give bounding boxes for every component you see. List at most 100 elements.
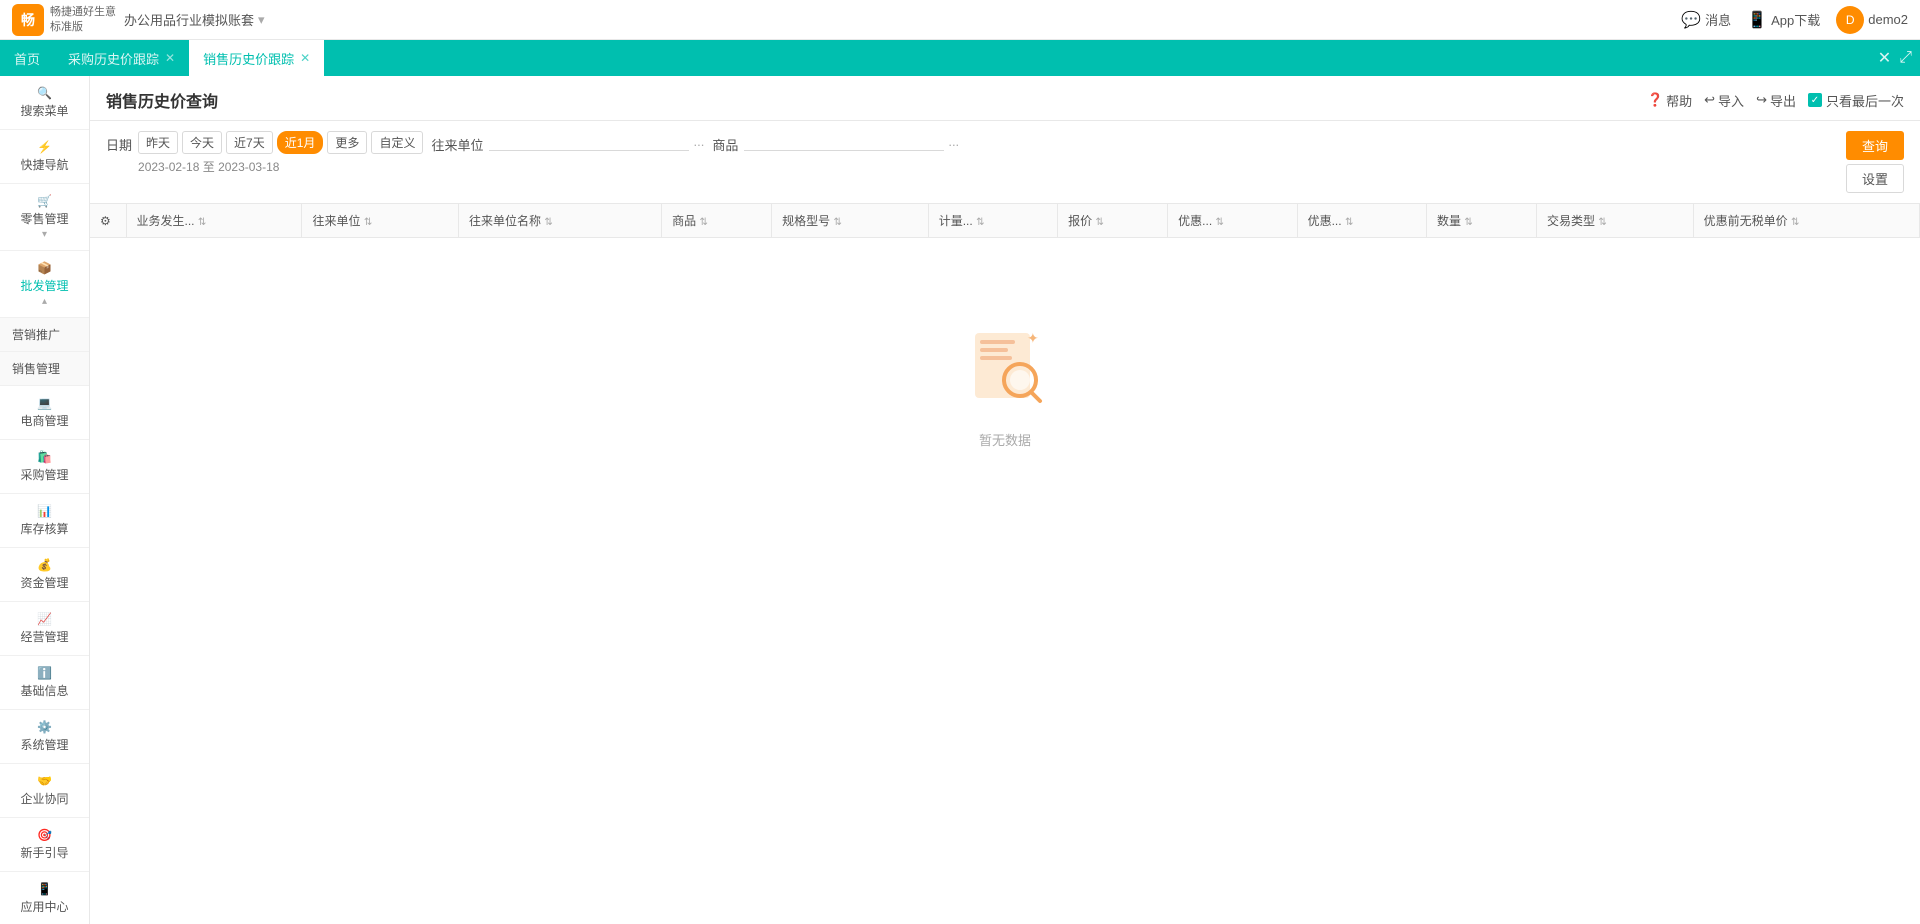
empty-svg: ✦	[955, 318, 1055, 418]
settings-icon: ⚙	[100, 214, 111, 228]
goods-input-group: ...	[744, 131, 959, 151]
only-last-checkbox[interactable]: 只看最后一次	[1808, 91, 1904, 110]
sidebar-sub-wholesale: 营销推广 销售管理	[0, 318, 89, 386]
export-btn[interactable]: ↪ 导出	[1756, 91, 1796, 110]
query-btn[interactable]: 查询	[1846, 131, 1904, 160]
table-header-row: ⚙ 业务发生... ⇅ 往来单位 ⇅ 往来单位名称 ⇅	[90, 204, 1920, 238]
operations-icon: 📈	[37, 612, 52, 626]
maximize-btn[interactable]: ⤢	[1899, 49, 1912, 67]
top-bar: 畅 畅捷通好生意 标准版 办公用品行业模拟账套 ▾ 💬 消息 📱 App下载 D…	[0, 0, 1920, 40]
page-header: 销售历史价查询 ❓ 帮助 ↩ 导入 ↪ 导出 只看最后一次	[90, 76, 1920, 121]
sidebar-sub-item-marketing[interactable]: 营销推广	[0, 318, 89, 352]
export-icon: ↪	[1756, 92, 1767, 108]
close-purchase-tab[interactable]: ✕	[165, 51, 175, 65]
content-area: 销售历史价查询 ❓ 帮助 ↩ 导入 ↪ 导出 只看最后一次	[90, 76, 1920, 924]
sidebar-item-search-menu[interactable]: 🔍 搜索菜单	[0, 76, 89, 130]
partner-filter-group: 往来单位 ...	[431, 131, 704, 154]
date-btn-7days[interactable]: 近7天	[226, 131, 273, 154]
sidebar-item-quick-nav[interactable]: ⚡ 快捷导航	[0, 130, 89, 184]
close-sales-tab[interactable]: ✕	[300, 51, 310, 65]
col-unit[interactable]: 计量... ⇅	[928, 204, 1057, 238]
table-area: ⚙ 业务发生... ⇅ 往来单位 ⇅ 往来单位名称 ⇅	[90, 204, 1920, 924]
partner-input[interactable]	[489, 131, 689, 151]
col-partner-name[interactable]: 往来单位名称 ⇅	[459, 204, 662, 238]
basic-info-icon: ℹ️	[37, 666, 52, 680]
date-btn-more[interactable]: 更多	[327, 131, 367, 154]
tab-purchase-history[interactable]: 采购历史价跟踪 ✕	[54, 40, 189, 76]
empty-area: ✦ 暂无数据	[90, 238, 1920, 529]
date-filter: 昨天 今天 近7天 近1月 更多 自定义 2023-02-18 至 2023-0…	[138, 131, 423, 175]
sidebar-item-retail[interactable]: 🛒 零售管理 ▾	[0, 184, 89, 251]
sidebar-item-inventory[interactable]: 📊 库存核算	[0, 494, 89, 548]
app-download-btn[interactable]: 📱 App下载	[1747, 10, 1820, 30]
help-btn[interactable]: ❓ 帮助	[1647, 91, 1692, 110]
goods-input[interactable]	[744, 131, 944, 151]
sidebar-item-new-guide[interactable]: 🎯 新手引导	[0, 818, 89, 872]
retail-icon: 🛒	[37, 194, 52, 208]
app-center-icon: 📱	[37, 882, 52, 896]
sidebar-sub-item-sales-mgmt[interactable]: 销售管理	[0, 352, 89, 386]
purchase-icon: 🛍️	[37, 450, 52, 464]
col-partner-code[interactable]: 往来单位 ⇅	[302, 204, 459, 238]
date-btn-custom[interactable]: 自定义	[371, 131, 423, 154]
date-range: 2023-02-18 至 2023-03-18	[138, 158, 423, 175]
sort-icon-discount1: ⇅	[1216, 217, 1224, 228]
tab-home[interactable]: 首页	[0, 40, 54, 76]
page-title: 销售历史价查询	[106, 88, 218, 112]
col-settings[interactable]: ⚙	[90, 204, 126, 238]
user-area[interactable]: D demo2	[1836, 6, 1908, 34]
sidebar: 🔍 搜索菜单 ⚡ 快捷导航 🛒 零售管理 ▾ 📦 批发管理 ▴ 营销推广	[0, 76, 90, 924]
close-all-tabs-btn[interactable]: ✕	[1878, 48, 1891, 68]
sort-icon-qty: ⇅	[1464, 217, 1472, 228]
col-goods[interactable]: 商品 ⇅	[662, 204, 772, 238]
wholesale-arrow: ▴	[42, 296, 47, 307]
sidebar-item-purchase[interactable]: 🛍️ 采购管理	[0, 440, 89, 494]
partner-dots[interactable]: ...	[693, 134, 704, 149]
ecommerce-icon: 💻	[37, 396, 52, 410]
retail-arrow: ▾	[42, 229, 47, 240]
empty-text: 暂无数据	[979, 430, 1031, 449]
goods-label: 商品	[712, 131, 738, 154]
dropdown-icon: ▾	[258, 12, 265, 28]
tab-bar: 首页 采购历史价跟踪 ✕ 销售历史价跟踪 ✕ ✕ ⤢	[0, 40, 1920, 76]
date-btn-today[interactable]: 今天	[182, 131, 222, 154]
col-qty[interactable]: 数量 ⇅	[1427, 204, 1537, 238]
system-icon: ⚙️	[37, 720, 52, 734]
page-header-right: ❓ 帮助 ↩ 导入 ↪ 导出 只看最后一次	[1647, 91, 1904, 110]
goods-dots[interactable]: ...	[948, 134, 959, 149]
sort-icon-unit: ⇅	[976, 217, 984, 228]
import-btn[interactable]: ↩ 导入	[1704, 91, 1744, 110]
sidebar-item-enterprise-coop[interactable]: 🤝 企业协同	[0, 764, 89, 818]
col-discount1[interactable]: 优惠... ⇅	[1168, 204, 1297, 238]
sidebar-item-app-center[interactable]: 📱 应用中心	[0, 872, 89, 924]
message-btn[interactable]: 💬 消息	[1681, 10, 1731, 30]
settings-btn[interactable]: 设置	[1846, 164, 1904, 193]
col-trade-type[interactable]: 交易类型 ⇅	[1537, 204, 1694, 238]
date-btn-yesterday[interactable]: 昨天	[138, 131, 178, 154]
sidebar-item-finance[interactable]: 💰 资金管理	[0, 548, 89, 602]
svg-text:✦: ✦	[1027, 330, 1039, 346]
date-btn-1month[interactable]: 近1月	[277, 131, 324, 154]
date-btns: 昨天 今天 近7天 近1月 更多 自定义	[138, 131, 423, 154]
app-title-area[interactable]: 办公用品行业模拟账套 ▾	[124, 10, 265, 29]
sort-icon-trade-type: ⇅	[1598, 217, 1606, 228]
col-no-tax-price[interactable]: 优惠前无税单价 ⇅	[1693, 204, 1919, 238]
sidebar-item-basic-info[interactable]: ℹ️ 基础信息	[0, 656, 89, 710]
message-icon: 💬	[1681, 10, 1701, 30]
search-menu-icon: 🔍	[37, 86, 52, 100]
enterprise-coop-icon: 🤝	[37, 774, 52, 788]
sidebar-item-ecommerce[interactable]: 💻 电商管理	[0, 386, 89, 440]
logo-text: 畅捷通好生意 标准版	[50, 5, 116, 34]
col-discount2[interactable]: 优惠... ⇅	[1297, 204, 1426, 238]
sidebar-item-wholesale[interactable]: 📦 批发管理 ▴	[0, 251, 89, 318]
sort-icon-no-tax-price: ⇅	[1791, 217, 1799, 228]
filter-row: 日期 昨天 今天 近7天 近1月 更多 自定义 2023-02-18 至 202…	[106, 131, 1830, 175]
quick-nav-icon: ⚡	[37, 140, 52, 154]
col-spec[interactable]: 规格型号 ⇅	[772, 204, 929, 238]
partner-label: 往来单位	[431, 131, 483, 154]
col-quote[interactable]: 报价 ⇅	[1058, 204, 1168, 238]
sidebar-item-operations[interactable]: 📈 经营管理	[0, 602, 89, 656]
tab-sales-history[interactable]: 销售历史价跟踪 ✕	[189, 40, 324, 76]
sidebar-item-system[interactable]: ⚙️ 系统管理	[0, 710, 89, 764]
col-biz-date[interactable]: 业务发生... ⇅	[126, 204, 302, 238]
